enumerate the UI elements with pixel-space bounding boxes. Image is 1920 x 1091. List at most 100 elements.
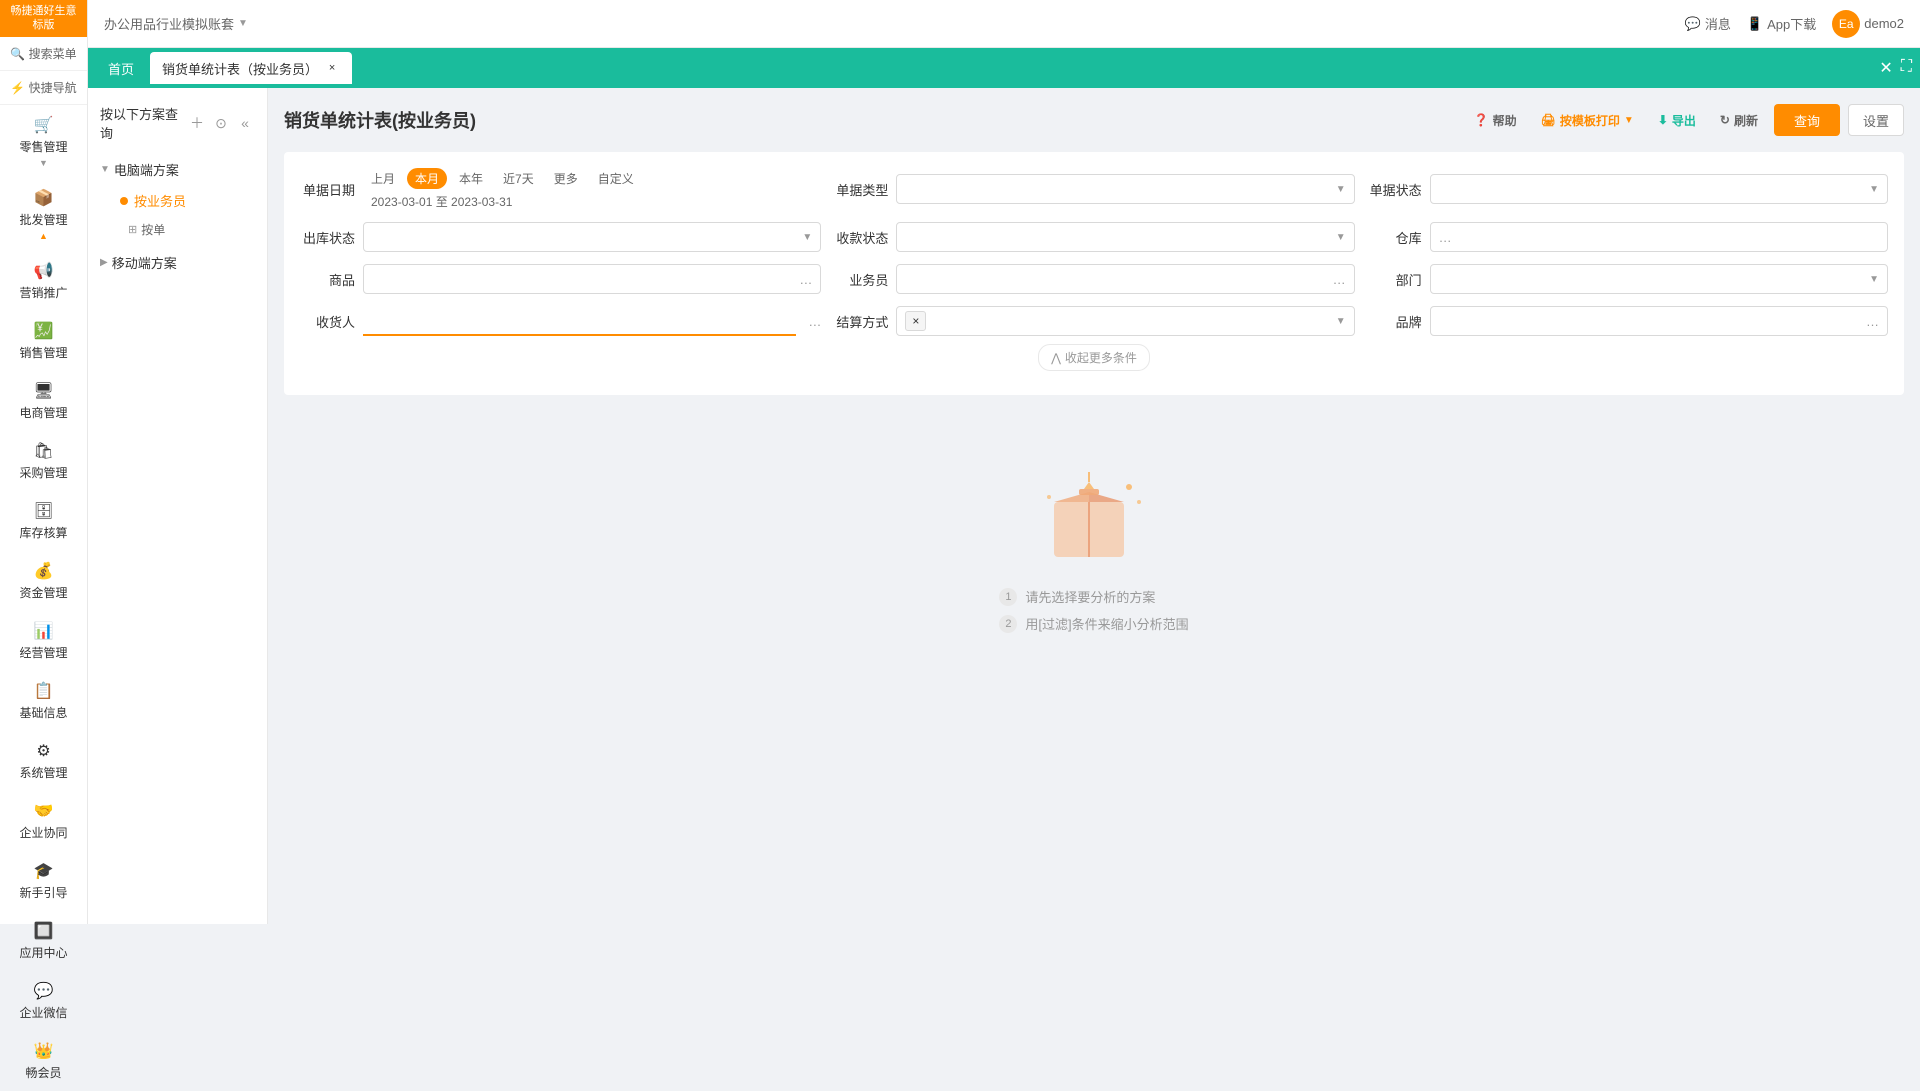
account-dropdown[interactable]: 办公用品行业模拟账套 ▼ [104,14,248,33]
out-status-label: 出库状态 [300,228,355,247]
refresh-btn[interactable]: ↻ 刷新 [1712,104,1766,136]
sidebar-item-ecommerce[interactable]: 🖥 电商管理 [0,371,87,431]
app-logo: 畅捷通好生意 标版 [0,0,87,37]
date-tab-more[interactable]: 更多 [546,168,586,189]
dropdown-arrow: ▼ [238,18,248,29]
out-status-select[interactable]: ▼ [363,222,821,252]
help-label: 帮助 [1493,112,1517,129]
date-tab-this-year[interactable]: 本年 [451,168,491,189]
filter-salesman: 业务员 … [833,264,1354,294]
sidebar-item-member[interactable]: 👑 畅会员 [0,1031,87,1091]
avatar: Ea [1832,10,1860,38]
brand-select[interactable]: … [1430,306,1888,336]
settle-select[interactable]: × ▼ [896,306,1354,336]
status-select[interactable]: ▼ [1430,174,1888,204]
page-title-actions: ❓ 帮助 🖨 按模板打印 ▼ ⬇ 导出 ↻ 刷新 [1466,104,1904,136]
wechat-icon: 💬 [34,981,54,1001]
logo-subtext: 标版 [33,18,55,32]
status-chevron: ▼ [1869,184,1879,195]
newbie-icon: 🎓 [34,861,54,881]
sidebar: 畅捷通好生意 标版 🔍 搜索菜单 ⚡ 快捷导航 🛒 零售管理 ▼ 📦 批发管理 … [0,0,88,924]
receiver-label: 收货人 [300,312,355,331]
tab-home[interactable]: 首页 [96,52,146,84]
scheme-order-label: 按单 [141,221,165,238]
dept-select[interactable]: ▼ [1430,264,1888,294]
sidebar-item-finance[interactable]: 💰 资金管理 [0,551,87,611]
help-icon: ❓ [1474,113,1489,127]
status-label: 单据状态 [1367,180,1422,199]
print-label: 按模板打印 [1560,112,1620,129]
sidebar-item-newbie[interactable]: 🎓 新手引导 [0,851,87,911]
goods-select[interactable]: … [363,264,821,294]
date-label: 单据日期 [300,180,355,199]
type-select[interactable]: ▼ [896,174,1354,204]
sidebar-item-enterprise[interactable]: 🤝 企业协同 [0,791,87,851]
basic-icon: 📋 [34,681,54,701]
sidebar-item-apps[interactable]: 🔲 应用中心 [0,911,87,971]
date-tab-last-month[interactable]: 上月 [363,168,403,189]
scheme-item-order[interactable]: ⊞ 按单 [88,216,267,243]
payment-select[interactable]: ▼ [896,222,1354,252]
scheme-group-pc-header[interactable]: ▼ 电脑端方案 [88,154,267,185]
scheme-group-mobile-header[interactable]: ▶ 移动端方案 [88,247,267,278]
sidebar-item-purchase[interactable]: 🛍 采购管理 [0,431,87,491]
sidebar-item-wholesale[interactable]: 📦 批发管理 ▲ [0,178,87,251]
message-btn[interactable]: 💬 消息 [1685,14,1731,33]
export-btn[interactable]: ⬇ 导出 [1650,104,1704,136]
sidebar-item-wechat[interactable]: 💬 企业微信 [0,971,87,1031]
date-tab-custom[interactable]: 自定义 [590,168,642,189]
user-name: demo2 [1864,16,1904,31]
warehouse-select[interactable]: … [1430,222,1888,252]
sidebar-item-marketing[interactable]: 📢 营销推广 [0,251,87,311]
receiver-input[interactable] [363,306,796,336]
scheme-item-salesman[interactable]: 按业务员 [88,185,267,216]
sidebar-quick-nav[interactable]: ⚡ 快捷导航 [0,71,87,105]
app-download-btn[interactable]: 📱 App下载 [1747,14,1816,33]
sidebar-item-basic[interactable]: 📋 基础信息 [0,671,87,731]
date-tab-this-month[interactable]: 本月 [407,168,447,189]
member-icon: 👑 [34,1041,54,1061]
salesman-select[interactable]: … [896,264,1354,294]
tab-actions: ✕ ⛶ [1879,58,1912,78]
sidebar-item-sales[interactable]: 💹 销售管理 [0,311,87,371]
sidebar-item-system[interactable]: ⚙ 系统管理 [0,731,87,791]
empty-illustration [1034,467,1154,567]
tab-close-icon[interactable]: ✕ [1879,58,1892,78]
tab-sales-stat[interactable]: 销货单统计表（按业务员） × [150,52,352,84]
scheme-salesman-label: 按业务员 [134,191,186,210]
salesman-label: 业务员 [833,270,888,289]
date-tab-7days[interactable]: 近7天 [495,168,542,189]
filter-payment: 收款状态 ▼ [833,222,1354,252]
empty-tip-1: 1 请先选择要分析的方案 [999,587,1188,606]
tip-num-1: 1 [999,588,1017,606]
brand-label: 品牌 [1367,312,1422,331]
scheme-collapse-btn[interactable]: « [235,113,255,133]
tab-close-btn[interactable]: × [324,60,340,76]
refresh-label: 刷新 [1734,112,1758,129]
scheme-settings-btn[interactable]: ⊙ [211,113,231,133]
chevron-down-icon: ▼ [100,164,110,175]
setting-button[interactable]: 设置 [1848,104,1904,136]
filter-area: 单据日期 上月 本月 本年 近7天 更多 自定义 2023-03-01 至 20… [284,152,1904,395]
tab-expand-icon[interactable]: ⛶ [1901,58,1912,78]
collapse-btn[interactable]: ⋀ 收起更多条件 [1038,344,1150,371]
query-button[interactable]: 查询 [1774,104,1840,136]
sidebar-item-operation[interactable]: 📊 经营管理 [0,611,87,671]
help-btn[interactable]: ❓ 帮助 [1466,104,1525,136]
sales-icon: 💹 [34,321,54,341]
refresh-icon: ↻ [1720,113,1730,127]
sidebar-search[interactable]: 🔍 搜索菜单 [0,37,87,71]
print-btn[interactable]: 🖨 按模板打印 ▼ [1533,104,1642,136]
sidebar-item-inventory[interactable]: 🗄 库存核算 [0,491,87,551]
sidebar-item-retail[interactable]: 🛒 零售管理 ▼ [0,105,87,178]
warehouse-label: 仓库 [1367,228,1422,247]
tip-text-2: 用[过滤]条件来缩小分析范围 [1025,614,1188,633]
user-profile[interactable]: Ea demo2 [1832,10,1904,38]
download-icon: 📱 [1747,16,1763,32]
scheme-actions: ＋ ⊙ « [187,113,255,133]
filter-out-status: 出库状态 ▼ [300,222,821,252]
export-label: 导出 [1672,112,1696,129]
filter-brand: 品牌 … [1367,306,1888,336]
scheme-add-btn[interactable]: ＋ [187,113,207,133]
content-area: 按以下方案查询 ＋ ⊙ « ▼ 电脑端方案 按业务员 ⊞ [88,88,1920,924]
